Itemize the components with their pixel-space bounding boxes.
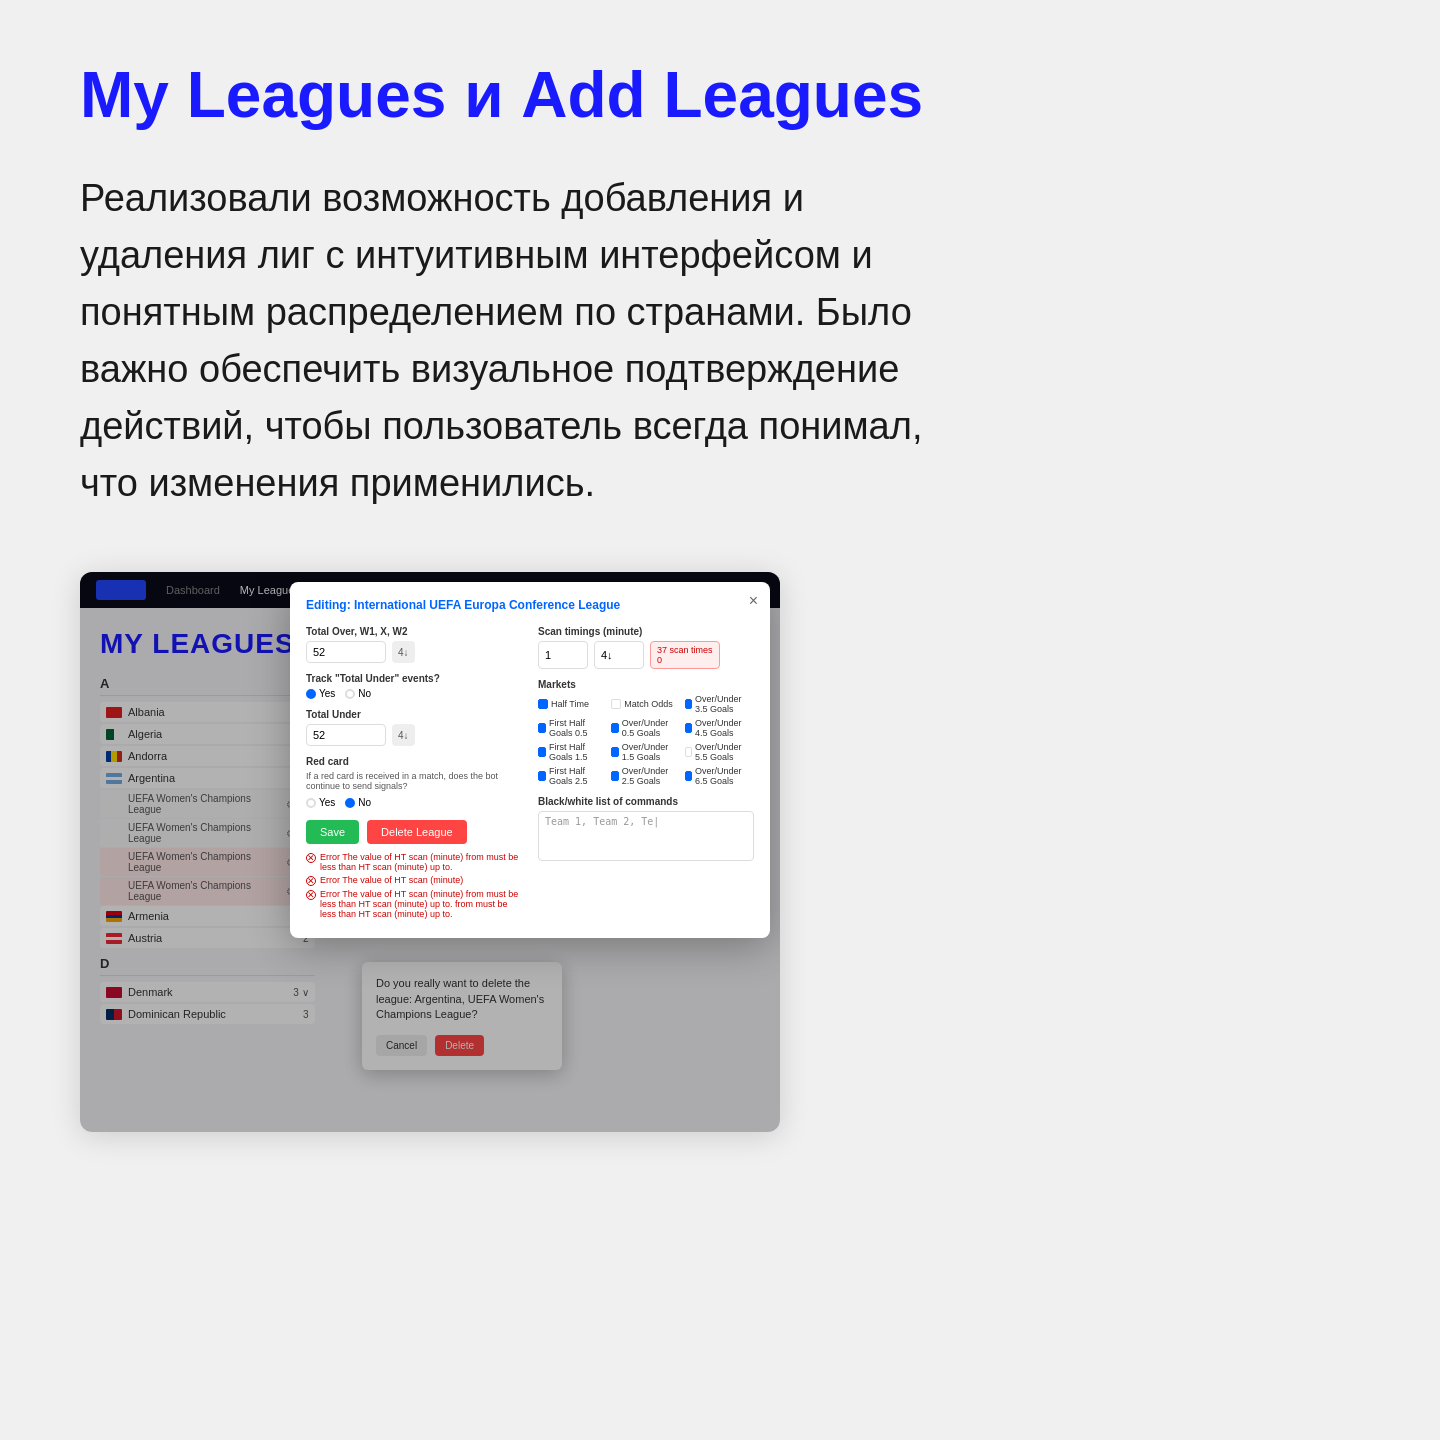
track-radio-group: Yes No bbox=[306, 688, 522, 699]
checkbox-fhg25 bbox=[538, 771, 546, 781]
market-ou25[interactable]: Over/Under 2.5 Goals bbox=[611, 766, 680, 786]
modal-close-button[interactable]: × bbox=[749, 592, 758, 610]
total-under-input[interactable] bbox=[306, 724, 386, 746]
error-circle-2: ✕ bbox=[306, 876, 316, 886]
market-fhg15[interactable]: First Half Goals 1.5 bbox=[538, 742, 607, 762]
edit-modal: × Editing: International UEFA Europa Con… bbox=[290, 582, 770, 938]
track-yes-dot bbox=[306, 689, 316, 699]
checkbox-fhg05 bbox=[538, 723, 546, 733]
page-wrapper: My Leagues и Add Leagues Реализовали воз… bbox=[0, 0, 1440, 1196]
red-card-radio-group: Yes No bbox=[306, 797, 522, 808]
markets-section: Markets Half Time Match Odds Over/Under … bbox=[538, 679, 754, 786]
market-ou15[interactable]: Over/Under 1.5 Goals bbox=[611, 742, 680, 762]
checkbox-fhg15 bbox=[538, 747, 546, 757]
scan-input-2[interactable] bbox=[594, 641, 644, 669]
market-ou65[interactable]: Over/Under 6.5 Goals bbox=[685, 766, 754, 786]
blacklist-label: Black/white list of commands bbox=[538, 796, 754, 807]
scan-inputs: 37 scan times 0 bbox=[538, 641, 754, 669]
total-over-label: Total Over, W1, X, W2 bbox=[306, 626, 522, 637]
modal-title: Editing: International UEFA Europa Confe… bbox=[306, 598, 754, 612]
modal-footer: Save Delete League bbox=[306, 820, 522, 844]
checkbox-ou25 bbox=[611, 771, 618, 781]
modal-right: Scan timings (minute) 37 scan times 0 bbox=[538, 626, 754, 922]
checkbox-ou55 bbox=[685, 747, 692, 757]
app-mockup: Dashboard My Leagues Add Leagues Contact… bbox=[80, 572, 780, 1132]
track-label: Track "Total Under" events? bbox=[306, 673, 522, 684]
checkbox-ou15 bbox=[611, 747, 618, 757]
red-yes-dot bbox=[306, 798, 316, 808]
market-halftime[interactable]: Half Time bbox=[538, 694, 607, 714]
scan-timings-label: Scan timings (minute) bbox=[538, 626, 754, 637]
red-yes-option[interactable]: Yes bbox=[306, 797, 335, 808]
total-under-label: Total Under bbox=[306, 709, 522, 720]
total-under-sub: 4↓ bbox=[392, 724, 415, 746]
modal-body: Total Over, W1, X, W2 4↓ Track "Total Un… bbox=[306, 626, 754, 922]
market-ou05[interactable]: Over/Under 0.5 Goals bbox=[611, 718, 680, 738]
checkbox-halftime bbox=[538, 699, 548, 709]
edit-modal-overlay: × Editing: International UEFA Europa Con… bbox=[80, 572, 780, 1132]
save-button[interactable]: Save bbox=[306, 820, 359, 844]
track-no-option[interactable]: No bbox=[345, 688, 371, 699]
error-circle-3: ✕ bbox=[306, 890, 316, 900]
market-ou55[interactable]: Over/Under 5.5 Goals bbox=[685, 742, 754, 762]
error-circle-1: ✕ bbox=[306, 853, 316, 863]
modal-left: Total Over, W1, X, W2 4↓ Track "Total Un… bbox=[306, 626, 522, 922]
markets-grid: Half Time Match Odds Over/Under 3.5 Goal… bbox=[538, 694, 754, 786]
checkbox-ou65 bbox=[685, 771, 692, 781]
description: Реализовали возможность добавления и уда… bbox=[80, 170, 980, 512]
track-yes-option[interactable]: Yes bbox=[306, 688, 335, 699]
blacklist-textarea[interactable]: Team 1, Team 2, Te| bbox=[538, 811, 754, 861]
main-title: My Leagues и Add Leagues bbox=[80, 60, 1360, 130]
total-over-input[interactable] bbox=[306, 641, 386, 663]
checkbox-ou45 bbox=[685, 723, 692, 733]
market-ou45[interactable]: Over/Under 4.5 Goals bbox=[685, 718, 754, 738]
red-no-option[interactable]: No bbox=[345, 797, 371, 808]
track-no-dot bbox=[345, 689, 355, 699]
checkbox-matchodds bbox=[611, 699, 621, 709]
mockup-container: Dashboard My Leagues Add Leagues Contact… bbox=[80, 572, 780, 1132]
market-matchodds[interactable]: Match Odds bbox=[611, 694, 680, 714]
scan-input-1[interactable] bbox=[538, 641, 588, 669]
market-fhg05[interactable]: First Half Goals 0.5 bbox=[538, 718, 607, 738]
market-ou35[interactable]: Over/Under 3.5 Goals bbox=[685, 694, 754, 714]
red-card-desc: If a red card is received in a match, do… bbox=[306, 771, 522, 791]
checkbox-ou35 bbox=[685, 699, 692, 709]
red-card-label: Red card bbox=[306, 756, 522, 767]
markets-label: Markets bbox=[538, 679, 754, 690]
delete-league-button[interactable]: Delete League bbox=[367, 820, 467, 844]
error-item-2: ✕ Error The value of HT scan (minute) bbox=[306, 875, 522, 886]
error-item-3: ✕ Error The value of HT scan (minute) fr… bbox=[306, 889, 522, 919]
market-fhg25[interactable]: First Half Goals 2.5 bbox=[538, 766, 607, 786]
blacklist-section: Black/white list of commands Team 1, Tea… bbox=[538, 796, 754, 865]
error-list: ✕ Error The value of HT scan (minute) fr… bbox=[306, 852, 522, 919]
red-no-dot bbox=[345, 798, 355, 808]
error-item-1: ✕ Error The value of HT scan (minute) fr… bbox=[306, 852, 522, 872]
scan-info: 37 scan times 0 bbox=[650, 641, 720, 669]
total-over-sub: 4↓ bbox=[392, 641, 415, 663]
checkbox-ou05 bbox=[611, 723, 618, 733]
